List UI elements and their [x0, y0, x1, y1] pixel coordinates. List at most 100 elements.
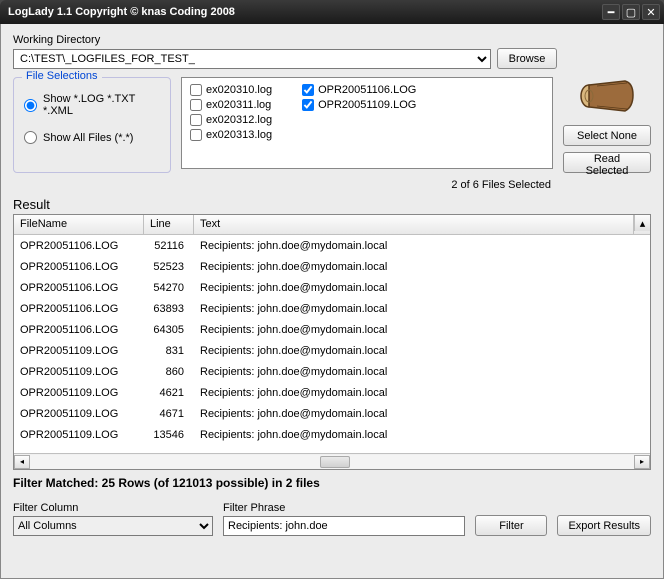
result-grid: FileName Line Text ▴ OPR20051106.LOG5211…	[13, 214, 651, 470]
cell-text: Recipients: john.doe@mydomain.local	[194, 240, 650, 252]
cell-filename: OPR20051106.LOG	[14, 324, 144, 336]
col-header-line[interactable]: Line	[144, 215, 194, 234]
file-selections-legend: File Selections	[22, 70, 102, 82]
cell-filename: OPR20051106.LOG	[14, 282, 144, 294]
cell-line: 64305	[144, 324, 194, 336]
file-item[interactable]: ex020310.log	[190, 84, 272, 96]
file-checkbox[interactable]	[302, 99, 314, 111]
file-checkbox[interactable]	[190, 84, 202, 96]
scroll-left-button[interactable]: ◂	[14, 455, 30, 469]
filter-phrase-input[interactable]	[223, 516, 465, 536]
log-icon	[579, 77, 635, 115]
cell-filename: OPR20051109.LOG	[14, 345, 144, 357]
table-row[interactable]: OPR20051109.LOG4671Recipients: john.doe@…	[14, 403, 650, 424]
table-row[interactable]: OPR20051106.LOG63893Recipients: john.doe…	[14, 298, 650, 319]
cell-filename: OPR20051106.LOG	[14, 303, 144, 315]
scroll-right-button[interactable]: ▸	[634, 455, 650, 469]
cell-line: 860	[144, 366, 194, 378]
cell-line: 52116	[144, 240, 194, 252]
grid-body[interactable]: OPR20051106.LOG52116Recipients: john.doe…	[14, 235, 650, 453]
table-row[interactable]: OPR20051109.LOG860Recipients: john.doe@m…	[14, 361, 650, 382]
cell-filename: OPR20051109.LOG	[14, 408, 144, 420]
file-selections-group: File Selections Show *.LOG *.TXT *.XML S…	[13, 77, 171, 173]
cell-text: Recipients: john.doe@mydomain.local	[194, 261, 650, 273]
cell-filename: OPR20051109.LOG	[14, 366, 144, 378]
col-header-filename[interactable]: FileName	[14, 215, 144, 234]
file-name: ex020311.log	[206, 99, 271, 111]
radio-show-all-input[interactable]	[24, 131, 37, 144]
cell-text: Recipients: john.doe@mydomain.local	[194, 345, 650, 357]
scroll-up-button[interactable]: ▴	[634, 215, 650, 231]
cell-line: 4671	[144, 408, 194, 420]
cell-line: 4621	[144, 387, 194, 399]
file-item[interactable]: ex020312.log	[190, 114, 272, 126]
cell-text: Recipients: john.doe@mydomain.local	[194, 429, 650, 441]
file-checkbox[interactable]	[190, 99, 202, 111]
cell-text: Recipients: john.doe@mydomain.local	[194, 324, 650, 336]
radio-show-logs[interactable]: Show *.LOG *.TXT *.XML	[24, 93, 160, 117]
file-item[interactable]: ex020311.log	[190, 99, 272, 111]
file-item[interactable]: OPR20051109.LOG	[302, 99, 416, 111]
titlebar-text: LogLady 1.1 Copyright © knas Coding 2008	[8, 6, 602, 18]
table-row[interactable]: OPR20051109.LOG13546Recipients: john.doe…	[14, 424, 650, 445]
cell-line: 54270	[144, 282, 194, 294]
filter-row: Filter Column All Columns Filter Phrase …	[13, 502, 651, 536]
maximize-button[interactable]: ▢	[622, 4, 640, 20]
cell-line: 52523	[144, 261, 194, 273]
cell-filename: OPR20051109.LOG	[14, 429, 144, 441]
minimize-button[interactable]: ━	[602, 4, 620, 20]
table-row[interactable]: OPR20051109.LOG4621Recipients: john.doe@…	[14, 382, 650, 403]
scroll-thumb[interactable]	[320, 456, 350, 468]
client-area: Working Directory C:\TEST\_LOGFILES_FOR_…	[0, 24, 664, 579]
file-name: ex020310.log	[206, 84, 272, 96]
cell-filename: OPR20051106.LOG	[14, 261, 144, 273]
file-checkbox[interactable]	[190, 129, 202, 141]
file-checkbox[interactable]	[302, 84, 314, 96]
filter-button[interactable]: Filter	[475, 515, 547, 536]
horizontal-scrollbar[interactable]: ◂ ▸	[14, 453, 650, 469]
table-row[interactable]: OPR20051106.LOG54270Recipients: john.doe…	[14, 277, 650, 298]
cell-filename: OPR20051109.LOG	[14, 387, 144, 399]
read-selected-button[interactable]: Read Selected	[563, 152, 651, 173]
col-header-text[interactable]: Text	[194, 215, 634, 234]
scroll-track[interactable]	[30, 455, 634, 469]
table-row[interactable]: OPR20051106.LOG52523Recipients: john.doe…	[14, 256, 650, 277]
cell-text: Recipients: john.doe@mydomain.local	[194, 366, 650, 378]
cell-text: Recipients: john.doe@mydomain.local	[194, 282, 650, 294]
cell-text: Recipients: john.doe@mydomain.local	[194, 303, 650, 315]
file-name: ex020313.log	[206, 129, 272, 141]
cell-line: 63893	[144, 303, 194, 315]
filter-phrase-label: Filter Phrase	[223, 502, 465, 514]
file-name: OPR20051106.LOG	[318, 84, 416, 96]
export-results-button[interactable]: Export Results	[557, 515, 651, 536]
right-column: Select None Read Selected	[563, 77, 651, 173]
filter-summary: Filter Matched: 25 Rows (of 121013 possi…	[13, 476, 651, 490]
file-checkbox[interactable]	[190, 114, 202, 126]
file-item[interactable]: OPR20051106.LOG	[302, 84, 416, 96]
filter-column-label: Filter Column	[13, 502, 213, 514]
table-row[interactable]: OPR20051106.LOG64305Recipients: john.doe…	[14, 319, 650, 340]
cell-line: 831	[144, 345, 194, 357]
working-dir-label: Working Directory	[13, 34, 651, 46]
radio-show-all[interactable]: Show All Files (*.*)	[24, 131, 160, 144]
radio-show-logs-input[interactable]	[24, 99, 37, 112]
select-none-button[interactable]: Select None	[563, 125, 651, 146]
file-list: ex020310.log ex020311.log ex020312.log ex02…	[181, 77, 553, 169]
cell-text: Recipients: john.doe@mydomain.local	[194, 387, 650, 399]
browse-button[interactable]: Browse	[497, 48, 557, 69]
file-name: OPR20051109.LOG	[318, 99, 416, 111]
working-dir-select[interactable]: C:\TEST\_LOGFILES_FOR_TEST_	[13, 49, 491, 69]
cell-filename: OPR20051106.LOG	[14, 240, 144, 252]
file-item[interactable]: ex020313.log	[190, 129, 272, 141]
grid-header: FileName Line Text ▴	[14, 215, 650, 235]
titlebar: LogLady 1.1 Copyright © knas Coding 2008…	[0, 0, 664, 24]
selection-count: 2 of 6 Files Selected	[13, 179, 551, 191]
filter-column-select[interactable]: All Columns	[13, 516, 213, 536]
close-button[interactable]: ✕	[642, 4, 660, 20]
table-row[interactable]: OPR20051106.LOG52116Recipients: john.doe…	[14, 235, 650, 256]
file-name: ex020312.log	[206, 114, 272, 126]
cell-line: 13546	[144, 429, 194, 441]
cell-text: Recipients: john.doe@mydomain.local	[194, 408, 650, 420]
table-row[interactable]: OPR20051109.LOG831Recipients: john.doe@m…	[14, 340, 650, 361]
window-controls: ━ ▢ ✕	[602, 4, 660, 20]
